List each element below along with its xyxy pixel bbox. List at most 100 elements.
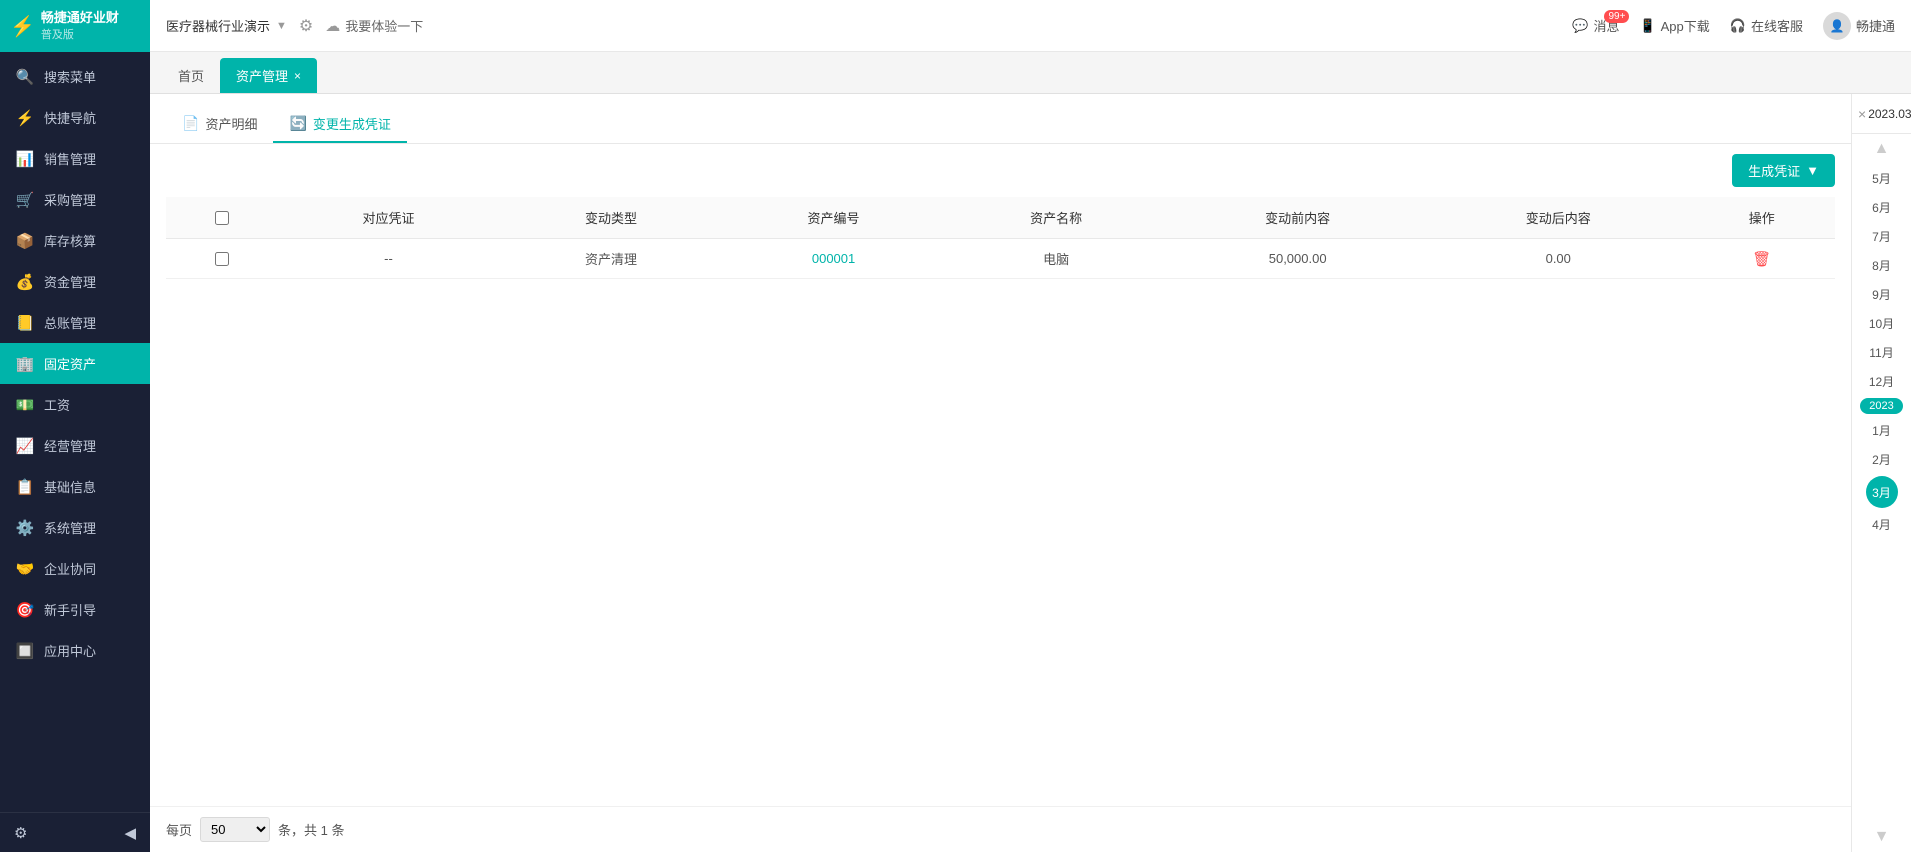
fixed-assets-icon: 🏢 bbox=[16, 355, 34, 373]
sidebar-item-guide[interactable]: 🎯 新手引导 bbox=[0, 589, 150, 630]
tab-nav: 首页 资产管理 × bbox=[150, 52, 1911, 94]
date-month-12[interactable]: 4月 bbox=[1852, 510, 1911, 539]
app-download-label: App下载 bbox=[1661, 16, 1710, 35]
sidebar-toggle-icon[interactable]: ◀ bbox=[124, 824, 136, 842]
coop-icon: 🤝 bbox=[16, 560, 34, 578]
messages-btn[interactable]: 💬 消息 99+ bbox=[1572, 16, 1619, 35]
select-all-checkbox[interactable] bbox=[215, 211, 229, 225]
col-asset-no-header: 资产编号 bbox=[722, 197, 945, 239]
col-after-change-header: 变动后内容 bbox=[1428, 197, 1689, 239]
settings-icon[interactable]: ⚙ bbox=[14, 824, 27, 842]
messages-badge: 99+ bbox=[1604, 10, 1629, 23]
tab-asset-detail[interactable]: 📄 资产明细 bbox=[166, 106, 273, 143]
asset-detail-label: 资产明细 bbox=[205, 114, 257, 133]
sidebar-item-basic-info[interactable]: 📋 基础信息 bbox=[0, 466, 150, 507]
sidebar-item-system[interactable]: ⚙️ 系统管理 bbox=[0, 507, 150, 548]
customer-service-icon: 🎧 bbox=[1730, 18, 1746, 34]
cell-after-change-0: 0.00 bbox=[1428, 239, 1689, 279]
cell-before-change-0: 50,000.00 bbox=[1167, 239, 1428, 279]
company-dropdown-icon: ▼ bbox=[276, 20, 287, 32]
row-checkbox-0[interactable] bbox=[215, 252, 229, 266]
per-page-select[interactable]: 50 10 20 100 bbox=[200, 817, 270, 842]
sidebar-item-label-payroll: 工资 bbox=[44, 395, 70, 414]
table-header-row: 对应凭证 变动类型 资产编号 资产名称 变动前内容 变动后内容 操作 bbox=[166, 197, 1835, 239]
inner-tabs: 📄 资产明细 🔄 变更生成凭证 bbox=[150, 94, 1851, 144]
main-area: 医疗器械行业演示 ▼ ⚙ ☁ 我要体验一下 💬 消息 99+ 📱 App下载 🎧… bbox=[150, 0, 1911, 852]
customer-service-btn[interactable]: 🎧 在线客服 bbox=[1730, 16, 1803, 35]
date-month-5[interactable]: 10月 bbox=[1852, 309, 1911, 338]
sidebar-item-purchase[interactable]: 🛒 采购管理 bbox=[0, 179, 150, 220]
sidebar-item-label-finance: 资金管理 bbox=[44, 272, 96, 291]
topbar-settings-icon[interactable]: ⚙ bbox=[299, 16, 313, 36]
sidebar-item-finance[interactable]: 💰 资金管理 bbox=[0, 261, 150, 302]
sidebar-item-sales[interactable]: 📊 销售管理 bbox=[0, 138, 150, 179]
generate-voucher-btn[interactable]: 生成凭证 ▼ bbox=[1732, 154, 1835, 187]
cell-action-0: 🗑 bbox=[1689, 239, 1835, 279]
toolbar: 生成凭证 ▼ bbox=[150, 144, 1851, 197]
table-row: -- 资产清理 000001 电脑 50,000.00 0.00 🗑 bbox=[166, 239, 1835, 279]
sidebar-item-inventory[interactable]: 📦 库存核算 bbox=[0, 220, 150, 261]
date-month-9[interactable]: 1月 bbox=[1852, 416, 1911, 445]
sidebar-item-label-apps: 应用中心 bbox=[44, 641, 96, 660]
date-month-7[interactable]: 12月 bbox=[1852, 367, 1911, 396]
panel-header: × 2023.03 ⤢ bbox=[1852, 94, 1911, 134]
sidebar-item-business[interactable]: 📈 经营管理 bbox=[0, 425, 150, 466]
date-month-6[interactable]: 11月 bbox=[1852, 338, 1911, 367]
sidebar-bottom: ⚙ ◀ bbox=[0, 812, 150, 852]
logo-icon: ⚡ bbox=[10, 14, 35, 39]
content-area: 📄 资产明细 🔄 变更生成凭证 生成凭证 ▼ bbox=[150, 94, 1911, 852]
customer-service-label: 在线客服 bbox=[1751, 16, 1803, 35]
topbar-right: 💬 消息 99+ 📱 App下载 🎧 在线客服 👤 畅捷通 bbox=[1572, 12, 1895, 40]
tab-change-voucher[interactable]: 🔄 变更生成凭证 bbox=[273, 106, 406, 143]
generate-voucher-label: 生成凭证 bbox=[1748, 161, 1800, 180]
tab-home[interactable]: 首页 bbox=[166, 58, 216, 93]
sidebar-item-apps[interactable]: 🔲 应用中心 bbox=[0, 630, 150, 671]
user-menu-btn[interactable]: 👤 畅捷通 bbox=[1823, 12, 1895, 40]
sidebar-item-label-quick-nav: 快捷导航 bbox=[44, 108, 96, 127]
content-main: 📄 资产明细 🔄 变更生成凭证 生成凭证 ▼ bbox=[150, 94, 1851, 852]
delete-btn-0[interactable]: 🗑 bbox=[1752, 251, 1771, 268]
sidebar-item-ledger[interactable]: 📒 总账管理 bbox=[0, 302, 150, 343]
finance-icon: 💰 bbox=[16, 273, 34, 291]
date-month-3[interactable]: 8月 bbox=[1852, 251, 1911, 280]
sidebar-item-label-coop: 企业协同 bbox=[44, 559, 96, 578]
sidebar-item-payroll[interactable]: 💵 工资 bbox=[0, 384, 150, 425]
date-year-2023[interactable]: 2023 bbox=[1860, 398, 1903, 414]
feedback-label: 我要体验一下 bbox=[345, 16, 423, 35]
messages-icon: 💬 bbox=[1572, 18, 1588, 34]
sidebar-item-label-fixed-assets: 固定资产 bbox=[44, 354, 96, 373]
sales-icon: 📊 bbox=[16, 150, 34, 168]
tab-close-btn[interactable]: × bbox=[294, 69, 301, 83]
panel-close-btn[interactable]: × bbox=[1856, 104, 1868, 124]
sidebar-item-coop[interactable]: 🤝 企业协同 bbox=[0, 548, 150, 589]
date-up-arrow[interactable]: ▲ bbox=[1852, 134, 1911, 164]
sidebar-logo: ⚡ 畅捷通好业财 普及版 bbox=[0, 0, 150, 52]
cell-asset-no-0: 000001 bbox=[722, 239, 945, 279]
cell-voucher-0: -- bbox=[277, 239, 500, 279]
logo-version: 普及版 bbox=[41, 26, 119, 42]
date-month-10[interactable]: 2月 bbox=[1852, 445, 1911, 474]
change-voucher-label: 变更生成凭证 bbox=[313, 114, 391, 133]
col-action-header: 操作 bbox=[1689, 197, 1835, 239]
per-page-label: 每页 bbox=[166, 820, 192, 839]
company-selector[interactable]: 医疗器械行业演示 ▼ bbox=[166, 16, 287, 35]
sidebar-item-quick-nav[interactable]: ⚡ 快捷导航 bbox=[0, 97, 150, 138]
date-month-0[interactable]: 5月 bbox=[1852, 164, 1911, 193]
feedback-btn[interactable]: ☁ 我要体验一下 bbox=[325, 16, 423, 35]
table-body: -- 资产清理 000001 电脑 50,000.00 0.00 🗑 bbox=[166, 239, 1835, 279]
date-month-4[interactable]: 9月 bbox=[1852, 280, 1911, 309]
sidebar-item-search[interactable]: 🔍 搜索菜单 bbox=[0, 56, 150, 97]
tab-asset-management[interactable]: 资产管理 × bbox=[220, 58, 317, 93]
tab-home-label: 首页 bbox=[178, 69, 204, 84]
tab-active-label: 资产管理 bbox=[236, 66, 288, 85]
date-month-active[interactable]: 3月 bbox=[1866, 476, 1898, 508]
generate-voucher-dropdown-icon: ▼ bbox=[1806, 163, 1819, 178]
date-month-2[interactable]: 7月 bbox=[1852, 222, 1911, 251]
app-download-btn[interactable]: 📱 App下载 bbox=[1639, 16, 1709, 35]
sidebar-item-label-inventory: 库存核算 bbox=[44, 231, 96, 250]
date-month-1[interactable]: 6月 bbox=[1852, 193, 1911, 222]
panel-title: 2023.03 bbox=[1868, 107, 1911, 121]
change-voucher-icon: 🔄 bbox=[289, 115, 306, 132]
sidebar-item-fixed-assets[interactable]: 🏢 固定资产 bbox=[0, 343, 150, 384]
date-down-arrow[interactable]: ▼ bbox=[1852, 822, 1911, 852]
